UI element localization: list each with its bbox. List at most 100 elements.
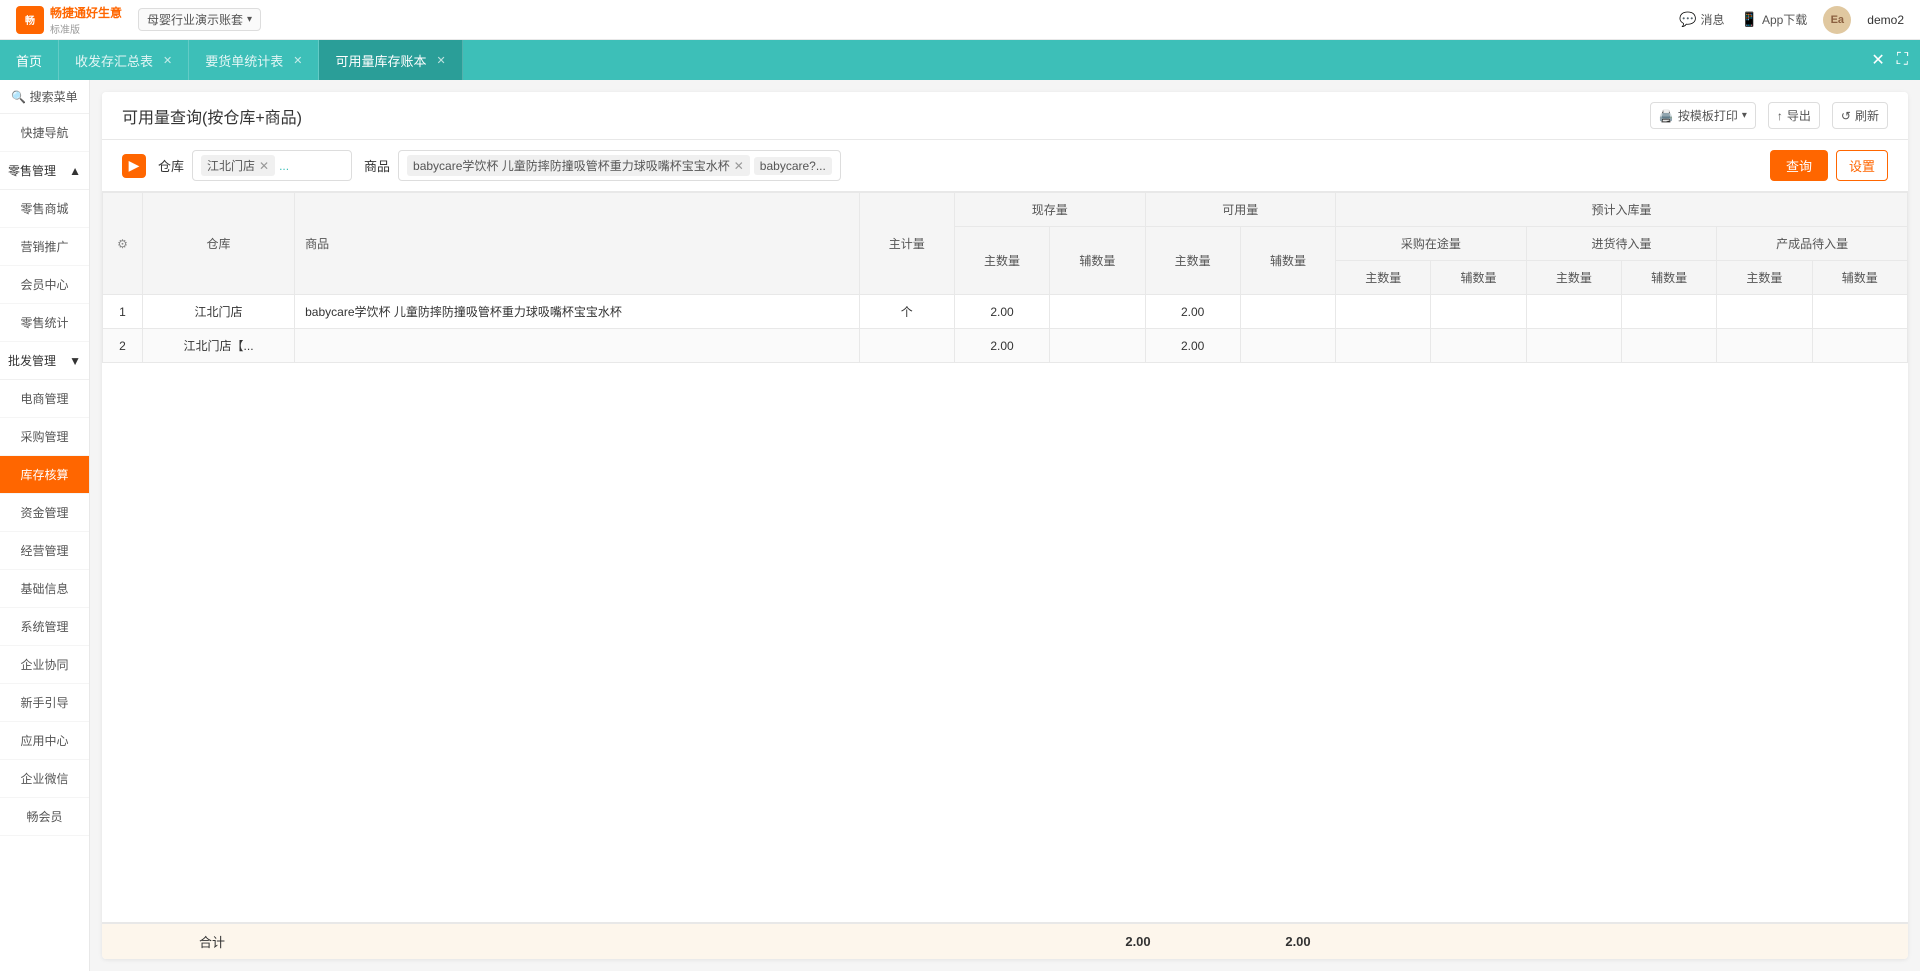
footer-label: 合计	[152, 932, 272, 951]
sidebar-item-retail-mall[interactable]: 零售商城	[0, 190, 89, 228]
warehouse-more-btn[interactable]: ...	[279, 159, 289, 173]
sidebar-item-purchase[interactable]: 采购管理	[0, 418, 89, 456]
sidebar-item-inventory[interactable]: 库存核算	[0, 456, 89, 494]
table-area: ⚙ 仓库 商品 主计量 现存量 可用量 预计入库量 主数量 辅数量	[102, 192, 1908, 922]
sidebar-item-basic-info[interactable]: 基础信息	[0, 570, 89, 608]
cell-goods-sub-2	[1621, 329, 1716, 363]
main-layout: 🔍 搜索菜单 快捷导航 零售管理 ▲ 零售商城 营销推广 会员中心 零售统计 批…	[0, 80, 1920, 971]
th-products-sub: 辅数量	[1812, 261, 1907, 295]
sidebar-item-enterprise-wechat[interactable]: 企业微信	[0, 760, 89, 798]
sidebar-search[interactable]: 🔍 搜索菜单	[0, 80, 89, 114]
app-download-nav-item[interactable]: 📱 App下载	[1741, 11, 1808, 28]
printer-icon: 🖨️	[1659, 109, 1674, 123]
search-icon: 🔍	[11, 90, 26, 104]
logo-line1: 畅捷通好生意	[50, 4, 122, 21]
cell-purchase-sub	[1431, 295, 1526, 329]
cell-purchase-sub-2	[1431, 329, 1526, 363]
tab-home[interactable]: 首页	[0, 40, 59, 80]
refresh-btn[interactable]: ↺ 刷新	[1832, 102, 1888, 129]
print-btn[interactable]: 🖨️ 按模板打印 ▾	[1650, 102, 1756, 129]
logo-text: 畅捷通好生意 标准版	[50, 4, 122, 36]
top-bar: 畅 畅捷通好生意 标准版 母婴行业演示账套 ▾ 💬 消息 📱 App下载 Ea …	[0, 0, 1920, 40]
th-warehouse: 仓库	[143, 193, 295, 295]
warehouse-filter-group: 仓库 江北门店 ✕ ...	[158, 150, 352, 181]
th-avail-sub: 辅数量	[1240, 227, 1335, 295]
tab-order-stats[interactable]: 要货单统计表 ✕	[189, 40, 319, 80]
top-bar-right: 💬 消息 📱 App下载 Ea demo2	[1679, 6, 1904, 34]
cell-stock-main-2: 2.00	[954, 329, 1049, 363]
warehouse-tag-remove[interactable]: ✕	[259, 159, 269, 173]
sidebar-item-ecommerce[interactable]: 电商管理	[0, 380, 89, 418]
industry-selector[interactable]: 母婴行业演示账套 ▾	[138, 8, 261, 31]
nav-expand-icon[interactable]: ⛶	[1893, 47, 1912, 73]
sidebar-item-retail-mgmt[interactable]: 零售管理 ▲	[0, 152, 89, 190]
message-nav-item[interactable]: 💬 消息	[1679, 11, 1724, 28]
footer-stock-main: 2.00	[1098, 934, 1178, 949]
tab-receive-pay[interactable]: 收发存汇总表 ✕	[59, 40, 189, 80]
search-label: 搜索菜单	[30, 90, 78, 104]
sidebar-item-quick-nav[interactable]: 快捷导航	[0, 114, 89, 152]
th-settings[interactable]: ⚙	[103, 193, 143, 295]
warehouse-filter-input[interactable]: 江北门店 ✕ ...	[192, 150, 352, 181]
th-current-stock: 现存量	[954, 193, 1145, 227]
th-products-main: 主数量	[1717, 261, 1812, 295]
table-footer: 合计 2.00 2.00	[102, 922, 1908, 959]
th-goods-main: 主数量	[1526, 261, 1621, 295]
th-stock-sub: 辅数量	[1050, 227, 1145, 295]
cell-warehouse-2: 江北门店【...	[143, 329, 295, 363]
th-purchase-main: 主数量	[1336, 261, 1431, 295]
sidebar-item-retail-stats[interactable]: 零售统计	[0, 304, 89, 342]
sidebar-item-newbie[interactable]: 新手引导	[0, 684, 89, 722]
page-content: 可用量查询(按仓库+商品) 🖨️ 按模板打印 ▾ ↑ 导出 ↺ 刷新	[102, 92, 1908, 959]
sidebar-item-operation[interactable]: 经营管理	[0, 532, 89, 570]
warehouse-tag: 江北门店 ✕	[201, 155, 275, 176]
sidebar: 🔍 搜索菜单 快捷导航 零售管理 ▲ 零售商城 营销推广 会员中心 零售统计 批…	[0, 80, 90, 971]
content-area: 可用量查询(按仓库+商品) 🖨️ 按模板打印 ▾ ↑ 导出 ↺ 刷新	[90, 80, 1920, 971]
page-header: 可用量查询(按仓库+商品) 🖨️ 按模板打印 ▾ ↑ 导出 ↺ 刷新	[102, 92, 1908, 140]
setting-button[interactable]: 设置	[1836, 150, 1888, 181]
cell-avail-sub-2	[1240, 329, 1335, 363]
table-row: 1 江北门店 babycare学饮杯 儿童防摔防撞吸管杯重力球吸嘴杯宝宝水杯 个…	[103, 295, 1908, 329]
sidebar-item-enterprise[interactable]: 企业协同	[0, 646, 89, 684]
cell-products-main-2	[1717, 329, 1812, 363]
sidebar-item-app-center[interactable]: 应用中心	[0, 722, 89, 760]
page-actions: 🖨️ 按模板打印 ▾ ↑ 导出 ↺ 刷新	[1650, 102, 1888, 129]
sidebar-item-wholesale-mgmt[interactable]: 批发管理 ▼	[0, 342, 89, 380]
nav-tabs: 首页 收发存汇总表 ✕ 要货单统计表 ✕ 可用量库存账本 ✕ ✕ ⛶	[0, 40, 1920, 80]
settings-icon[interactable]: ⚙	[117, 237, 128, 251]
th-product: 商品	[295, 193, 859, 295]
th-planned-in: 预计入库量	[1336, 193, 1908, 227]
chevron-down-icon: ▼	[69, 354, 81, 368]
product-filter-input[interactable]: babycare学饮杯 儿童防摔防撞吸管杯重力球吸嘴杯宝宝水杯 ✕ babyca…	[398, 150, 841, 181]
cell-goods-sub	[1621, 295, 1716, 329]
th-goods-pending: 进货待入量	[1526, 227, 1717, 261]
cell-goods-main-2	[1526, 329, 1621, 363]
filter-toggle-btn[interactable]: ▶	[122, 154, 146, 178]
th-available: 可用量	[1145, 193, 1336, 227]
tab-available-stock[interactable]: 可用量库存账本 ✕	[319, 40, 462, 80]
chevron-icon: ▲	[69, 164, 81, 178]
cell-avail-main-2: 2.00	[1145, 329, 1240, 363]
tab-available-stock-close[interactable]: ✕	[437, 54, 446, 67]
th-purchase-sub: 辅数量	[1431, 261, 1526, 295]
cell-product: babycare学饮杯 儿童防摔防撞吸管杯重力球吸嘴杯宝宝水杯	[295, 295, 859, 329]
nav-close-icon[interactable]: ✕	[1867, 46, 1888, 74]
sidebar-item-system[interactable]: 系统管理	[0, 608, 89, 646]
export-btn[interactable]: ↑ 导出	[1768, 102, 1820, 129]
sidebar-item-vip[interactable]: 畅会员	[0, 798, 89, 836]
sidebar-item-marketing[interactable]: 营销推广	[0, 228, 89, 266]
sidebar-item-finance[interactable]: 资金管理	[0, 494, 89, 532]
th-products-pending: 产成品待入量	[1717, 227, 1908, 261]
tab-receive-pay-close[interactable]: ✕	[163, 54, 172, 67]
tab-order-stats-close[interactable]: ✕	[293, 54, 302, 67]
cell-purchase-main	[1336, 295, 1431, 329]
cell-num: 1	[103, 295, 143, 329]
logo-icon: 畅	[16, 6, 44, 34]
cell-goods-main	[1526, 295, 1621, 329]
th-purchase-in-transit: 采购在途量	[1336, 227, 1527, 261]
sidebar-item-member[interactable]: 会员中心	[0, 266, 89, 304]
query-button[interactable]: 查询	[1770, 150, 1828, 181]
product-tag-1-remove[interactable]: ✕	[734, 159, 744, 173]
nav-tabs-right: ✕ ⛶	[1867, 46, 1920, 74]
cell-products-sub-2	[1812, 329, 1907, 363]
